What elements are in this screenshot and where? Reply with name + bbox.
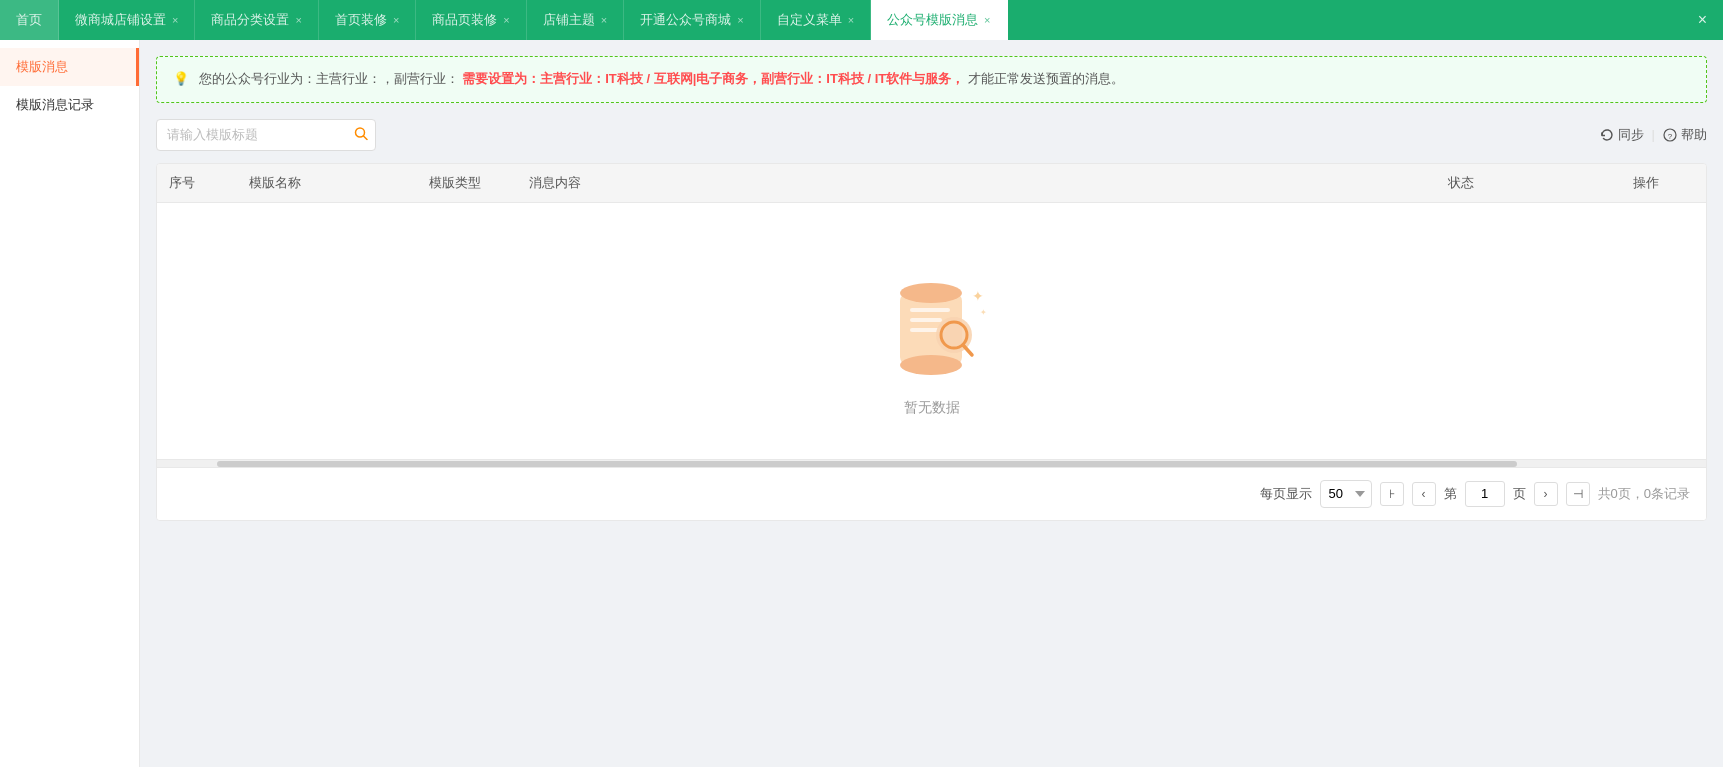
tab-home-label: 首页 bbox=[16, 11, 42, 29]
tab-store-theme-close[interactable]: × bbox=[601, 14, 607, 26]
main-layout: 模版消息 模版消息记录 💡 您的公众号行业为：主营行业：，副营行业： 需要设置为… bbox=[0, 40, 1723, 767]
tab-custom-menu-label: 自定义菜单 bbox=[777, 11, 842, 29]
main-content: 💡 您的公众号行业为：主营行业：，副营行业： 需要设置为：主营行业：IT科技 /… bbox=[140, 40, 1723, 767]
sync-label: 同步 bbox=[1618, 126, 1644, 144]
tab-store-theme-label: 店铺主题 bbox=[543, 11, 595, 29]
svg-text:?: ? bbox=[1668, 132, 1673, 141]
total-text: 共0页，0条记录 bbox=[1598, 485, 1690, 503]
th-action: 操作 bbox=[1586, 164, 1706, 202]
tab-product-category-close[interactable]: × bbox=[295, 14, 301, 26]
tab-home[interactable]: 首页 bbox=[0, 0, 59, 40]
th-status: 状态 bbox=[1436, 164, 1586, 202]
page-label: 第 bbox=[1444, 485, 1457, 503]
svg-point-7 bbox=[900, 355, 962, 375]
help-icon: ? bbox=[1663, 128, 1677, 142]
search-bar: 同步 | ? 帮助 bbox=[156, 119, 1707, 151]
scroll-indicator[interactable] bbox=[157, 459, 1706, 467]
notice-highlight: 需要设置为：主营行业：IT科技 / 互联网|电子商务，副营行业：IT科技 / I… bbox=[462, 71, 964, 86]
tab-custom-menu[interactable]: 自定义菜单 × bbox=[761, 0, 871, 40]
tab-home-decorate-close[interactable]: × bbox=[393, 14, 399, 26]
th-type: 模版类型 bbox=[417, 164, 517, 202]
svg-point-6 bbox=[900, 283, 962, 303]
search-input[interactable] bbox=[156, 119, 376, 151]
scroll-thumb bbox=[217, 461, 1517, 467]
empty-state: ✦ ✦ 暂无数据 bbox=[157, 203, 1706, 457]
svg-line-1 bbox=[364, 136, 368, 140]
tab-store-theme[interactable]: 店铺主题 × bbox=[527, 0, 624, 40]
tab-open-mall-close[interactable]: × bbox=[737, 14, 743, 26]
search-left bbox=[156, 119, 376, 151]
pagination: 每页显示 50 10 20 100 ⊦ ‹ 第 页 › ⊣ 共0页，0条记录 bbox=[157, 467, 1706, 520]
tab-template-msg[interactable]: 公众号模版消息 × bbox=[871, 0, 1007, 40]
tab-shop-settings-close[interactable]: × bbox=[172, 14, 178, 26]
tab-open-mall[interactable]: 开通公众号商城 × bbox=[624, 0, 760, 40]
search-right: 同步 | ? 帮助 bbox=[1600, 126, 1707, 144]
th-index: 序号 bbox=[157, 164, 237, 202]
sync-icon bbox=[1600, 128, 1614, 142]
tab-product-category-label: 商品分类设置 bbox=[211, 11, 289, 29]
help-label: 帮助 bbox=[1681, 126, 1707, 144]
search-input-wrap bbox=[156, 119, 376, 151]
tab-product-category[interactable]: 商品分类设置 × bbox=[195, 0, 318, 40]
tab-template-msg-close[interactable]: × bbox=[984, 14, 990, 26]
tab-open-mall-label: 开通公众号商城 bbox=[640, 11, 731, 29]
notice-icon: 💡 bbox=[173, 71, 189, 86]
tab-shop-settings[interactable]: 微商城店铺设置 × bbox=[59, 0, 195, 40]
tab-home-decorate-label: 首页装修 bbox=[335, 11, 387, 29]
sidebar-item-template-msg-label: 模版消息 bbox=[16, 59, 68, 74]
search-icon bbox=[354, 126, 368, 140]
first-page-button[interactable]: ⊦ bbox=[1380, 482, 1404, 506]
empty-illustration: ✦ ✦ bbox=[872, 263, 992, 383]
close-all-button[interactable]: × bbox=[1682, 11, 1723, 29]
svg-rect-9 bbox=[910, 318, 942, 322]
notice-suffix: 才能正常发送预置的消息。 bbox=[968, 71, 1124, 86]
sidebar-item-template-msg-log-label: 模版消息记录 bbox=[16, 97, 94, 112]
page-size-label: 每页显示 bbox=[1260, 485, 1312, 503]
tab-product-decorate-close[interactable]: × bbox=[503, 14, 509, 26]
th-content: 消息内容 bbox=[517, 164, 1436, 202]
tab-shop-settings-label: 微商城店铺设置 bbox=[75, 11, 166, 29]
th-name: 模版名称 bbox=[237, 164, 417, 202]
sync-button[interactable]: 同步 bbox=[1600, 126, 1644, 144]
next-page-button[interactable]: › bbox=[1534, 482, 1558, 506]
tab-product-decorate[interactable]: 商品页装修 × bbox=[416, 0, 526, 40]
tab-template-msg-label: 公众号模版消息 bbox=[887, 11, 978, 29]
prev-page-button[interactable]: ‹ bbox=[1412, 482, 1436, 506]
data-table: 序号 模版名称 模版类型 消息内容 状态 操作 bbox=[156, 163, 1707, 521]
tab-bar: 首页 微商城店铺设置 × 商品分类设置 × 首页装修 × 商品页装修 × 店铺主… bbox=[0, 0, 1723, 40]
svg-text:✦: ✦ bbox=[980, 308, 987, 317]
search-button[interactable] bbox=[354, 126, 368, 143]
tab-home-decorate[interactable]: 首页装修 × bbox=[319, 0, 416, 40]
help-button[interactable]: ? 帮助 bbox=[1663, 126, 1707, 144]
table-header: 序号 模版名称 模版类型 消息内容 状态 操作 bbox=[157, 164, 1706, 203]
sidebar-item-template-msg[interactable]: 模版消息 bbox=[0, 48, 139, 86]
page-size-select[interactable]: 50 10 20 100 bbox=[1320, 480, 1372, 508]
empty-text: 暂无数据 bbox=[904, 399, 960, 417]
last-page-button[interactable]: ⊣ bbox=[1566, 482, 1590, 506]
current-page-input[interactable] bbox=[1465, 481, 1505, 507]
svg-text:✦: ✦ bbox=[972, 288, 984, 304]
tab-product-decorate-label: 商品页装修 bbox=[432, 11, 497, 29]
sidebar-item-template-msg-log[interactable]: 模版消息记录 bbox=[0, 86, 139, 124]
tab-custom-menu-close[interactable]: × bbox=[848, 14, 854, 26]
sidebar: 模版消息 模版消息记录 bbox=[0, 40, 140, 767]
svg-rect-8 bbox=[910, 308, 950, 312]
notice-box: 💡 您的公众号行业为：主营行业：，副营行业： 需要设置为：主营行业：IT科技 /… bbox=[156, 56, 1707, 103]
page-unit: 页 bbox=[1513, 485, 1526, 503]
divider: | bbox=[1652, 127, 1655, 142]
notice-prefix: 您的公众号行业为：主营行业：，副营行业： bbox=[199, 71, 459, 86]
